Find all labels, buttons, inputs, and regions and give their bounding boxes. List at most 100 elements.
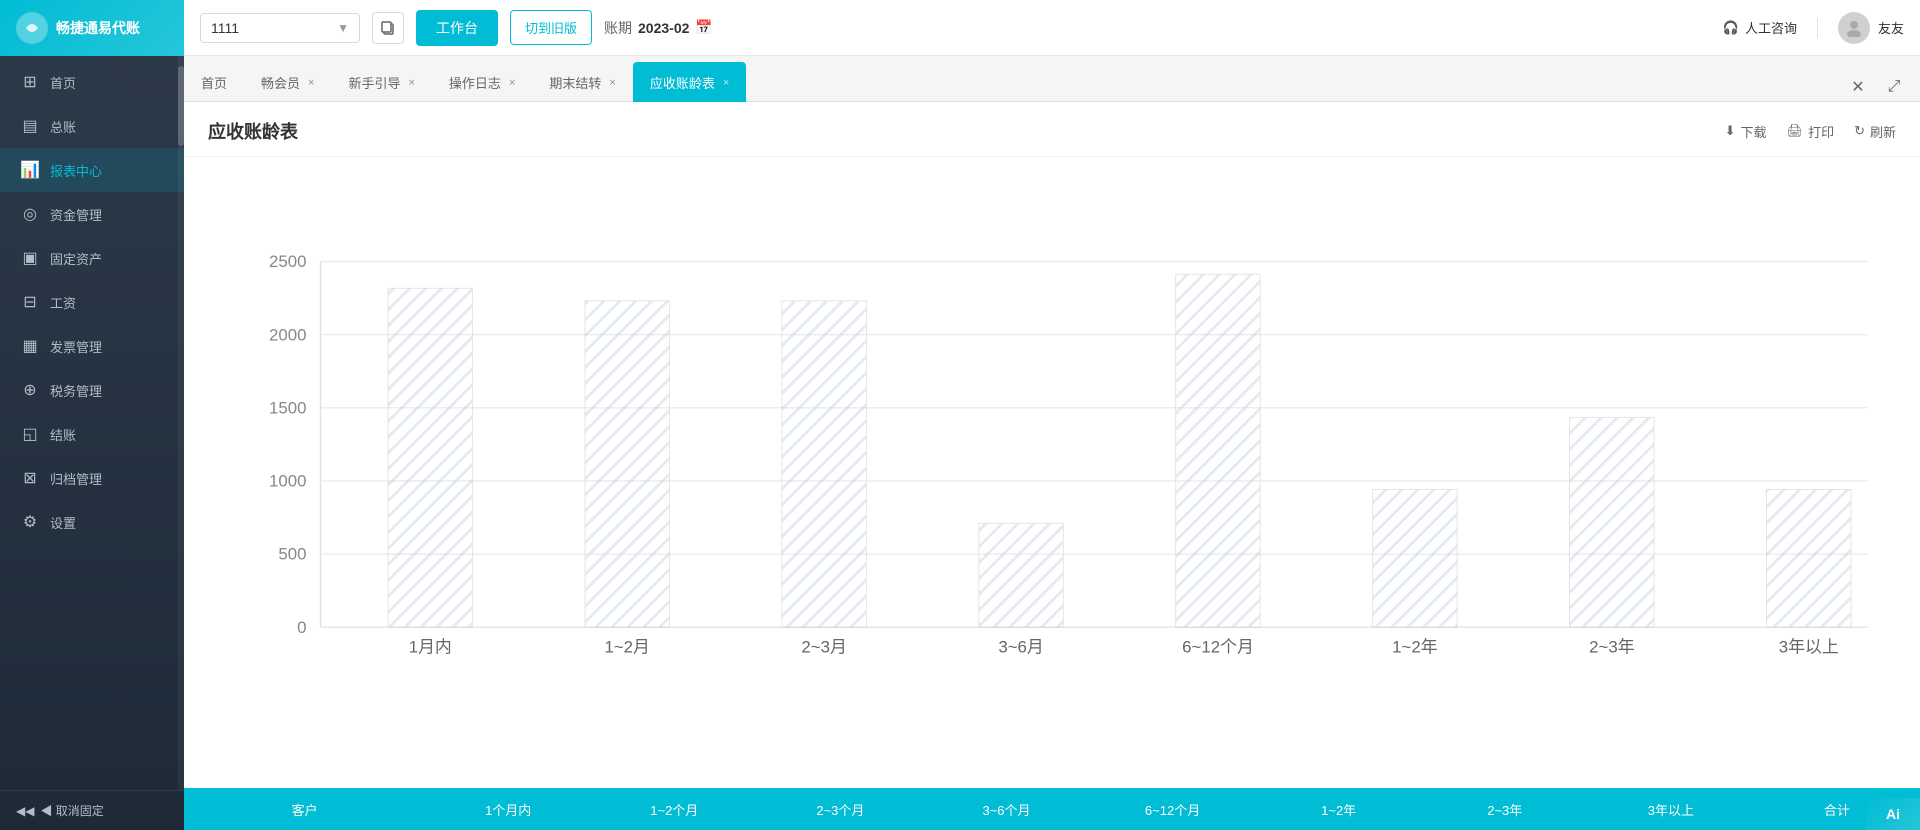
settings-icon: ⚙ [20,512,40,532]
period-section: 账期 2023-02 📅 [604,18,713,38]
tab-close-guide[interactable]: × [408,77,414,89]
tab-label-oplog: 操作日志 [449,73,501,92]
close-tab-button[interactable]: ✕ [1844,73,1872,101]
assets-icon: ▣ [20,248,40,268]
reports-icon: 📊 [20,160,40,180]
page-header: 应收账龄表 ⬇ 下载 🖨 打印 ↻ 刷新 [184,102,1920,157]
print-button[interactable]: 🖨 打印 [1787,122,1835,141]
tab-label-period_end: 期末结转 [549,73,601,92]
tab-close-period_end[interactable]: × [609,77,615,89]
sidebar-label-salary: 工资 [50,293,76,312]
svg-text:1500: 1500 [269,398,307,417]
archive-icon: ⊠ [20,468,40,488]
sidebar-label-reports: 报表中心 [50,161,102,180]
header-divider [1817,18,1818,38]
tab-close-oplog[interactable]: × [509,77,515,89]
refresh-button[interactable]: ↻ 刷新 [1854,122,1896,141]
tab-oplog[interactable]: 操作日志 × [432,62,532,102]
page-actions: ⬇ 下载 🖨 打印 ↻ 刷新 [1725,122,1896,141]
sidebar-item-assets[interactable]: ▣ 固定资产 [0,236,184,280]
company-dropdown-arrow: ▼ [337,21,349,35]
chart-area: 0 500 1000 1500 2000 2500 1月内 1~2月 2~3月 [184,157,1920,788]
svg-text:2~3月: 2~3月 [801,638,846,657]
sidebar-item-funds[interactable]: ◎ 资金管理 [0,192,184,236]
copy-button[interactable] [372,12,404,44]
logo-icon [16,12,48,44]
sidebar-label-settings: 设置 [50,513,76,532]
page-title: 应收账龄表 [208,118,298,144]
tab-guide[interactable]: 新手引导 × [331,62,431,102]
sidebar-item-archive[interactable]: ⊠ 归档管理 [0,456,184,500]
tab-ar_aging[interactable]: 应收账龄表 × [633,62,746,102]
cancel-fix-icon: ◀◀ [16,804,34,818]
header: 1111 ▼ 工作台 切到旧版 账期 2023-02 📅 🎧 人工咨询 [184,0,1920,56]
sidebar-item-invoice[interactable]: ▦ 发票管理 [0,324,184,368]
headset-icon: 🎧 [1723,20,1739,36]
sidebar-item-salary[interactable]: ⊟ 工资 [0,280,184,324]
funds-icon: ◎ [20,204,40,224]
svg-text:1~2年: 1~2年 [1392,638,1438,657]
ledger-icon: ▤ [20,116,40,136]
switch-version-button[interactable]: 切到旧版 [510,10,592,45]
home-icon: ⊞ [20,72,40,92]
sidebar-item-home[interactable]: ⊞ 首页 [0,60,184,104]
svg-text:3~6月: 3~6月 [998,638,1043,657]
main-area: 1111 ▼ 工作台 切到旧版 账期 2023-02 📅 🎧 人工咨询 [184,0,1920,830]
sidebar-label-funds: 资金管理 [50,205,102,224]
table-col-2: 1~2个月 [591,800,757,819]
period-label: 账期 [604,18,632,38]
sidebar-logo: 畅捷通易代账 [0,0,184,56]
svg-text:1000: 1000 [269,472,307,491]
tab-label-home: 首页 [201,73,227,92]
table-col-3: 2~3个月 [757,800,923,819]
tab-close-member[interactable]: × [308,77,314,89]
sidebar-label-invoice: 发票管理 [50,337,102,356]
checkout-icon: ◱ [20,424,40,444]
ai-badge[interactable]: Ai [1866,798,1920,830]
consult-label: 人工咨询 [1745,18,1797,37]
sidebar-item-settings[interactable]: ⚙ 设置 [0,500,184,544]
user-section[interactable]: 友友 [1838,12,1904,44]
svg-text:500: 500 [278,545,306,564]
table-header: 客户1个月内1~2个月2~3个月3~6个月6~12个月1~2年2~3年3年以上合… [184,788,1920,830]
workbench-button[interactable]: 工作台 [416,10,498,46]
tax-icon: ⊕ [20,380,40,400]
sidebar-label-assets: 固定资产 [50,249,102,268]
refresh-icon: ↻ [1854,123,1865,139]
expand-tab-button[interactable]: ⤢ [1880,73,1908,101]
company-name: 1111 [211,20,239,36]
sidebar-item-ledger[interactable]: ▤ 总账 [0,104,184,148]
table-col-1: 1个月内 [425,800,591,819]
sidebar-label-tax: 税务管理 [50,381,102,400]
svg-text:2~3年: 2~3年 [1589,638,1635,657]
sidebar-item-tax[interactable]: ⊕ 税务管理 [0,368,184,412]
invoice-icon: ▦ [20,336,40,356]
tab-label-guide: 新手引导 [348,73,400,92]
ar-aging-chart: 0 500 1000 1500 2000 2500 1月内 1~2月 2~3月 [208,173,1896,772]
sidebar-item-checkout[interactable]: ◱ 结账 [0,412,184,456]
tabs-bar: 首页 畅会员 × 新手引导 × 操作日志 × 期末结转 × 应收账龄表 × ✕ ⤢ [184,56,1920,102]
sidebar-item-reports[interactable]: 📊 报表中心 [0,148,184,192]
tab-close-ar_aging[interactable]: × [723,77,729,89]
logo-text: 畅捷通易代账 [56,18,140,38]
company-selector[interactable]: 1111 ▼ [200,13,360,43]
calendar-icon[interactable]: 📅 [695,19,712,36]
sidebar-nav: ⊞ 首页 ▤ 总账 📊 报表中心 ◎ 资金管理 ▣ 固定资产 ⊟ 工资 ▦ 发票… [0,56,184,790]
cancel-fix-label: ◀ 取消固定 [40,802,103,819]
table-col-0: 客户 [184,800,425,819]
tab-member[interactable]: 畅会员 × [244,62,331,102]
svg-text:6~12个月: 6~12个月 [1182,638,1254,657]
download-button[interactable]: ⬇ 下载 [1725,122,1767,141]
tab-period_end[interactable]: 期末结转 × [532,62,632,102]
period-value: 2023-02 [638,20,689,36]
tab-home[interactable]: 首页 [184,62,244,102]
user-name: 友友 [1878,18,1904,37]
tab-label-ar_aging: 应收账龄表 [650,73,715,92]
sidebar-label-ledger: 总账 [50,117,76,136]
cancel-fix-button[interactable]: ◀◀ ◀ 取消固定 [0,790,184,830]
download-icon: ⬇ [1725,123,1736,139]
svg-text:3年以上: 3年以上 [1779,638,1839,657]
consult-button[interactable]: 🎧 人工咨询 [1723,18,1797,37]
table-col-4: 3~6个月 [923,800,1089,819]
tab-label-member: 畅会员 [261,73,300,92]
